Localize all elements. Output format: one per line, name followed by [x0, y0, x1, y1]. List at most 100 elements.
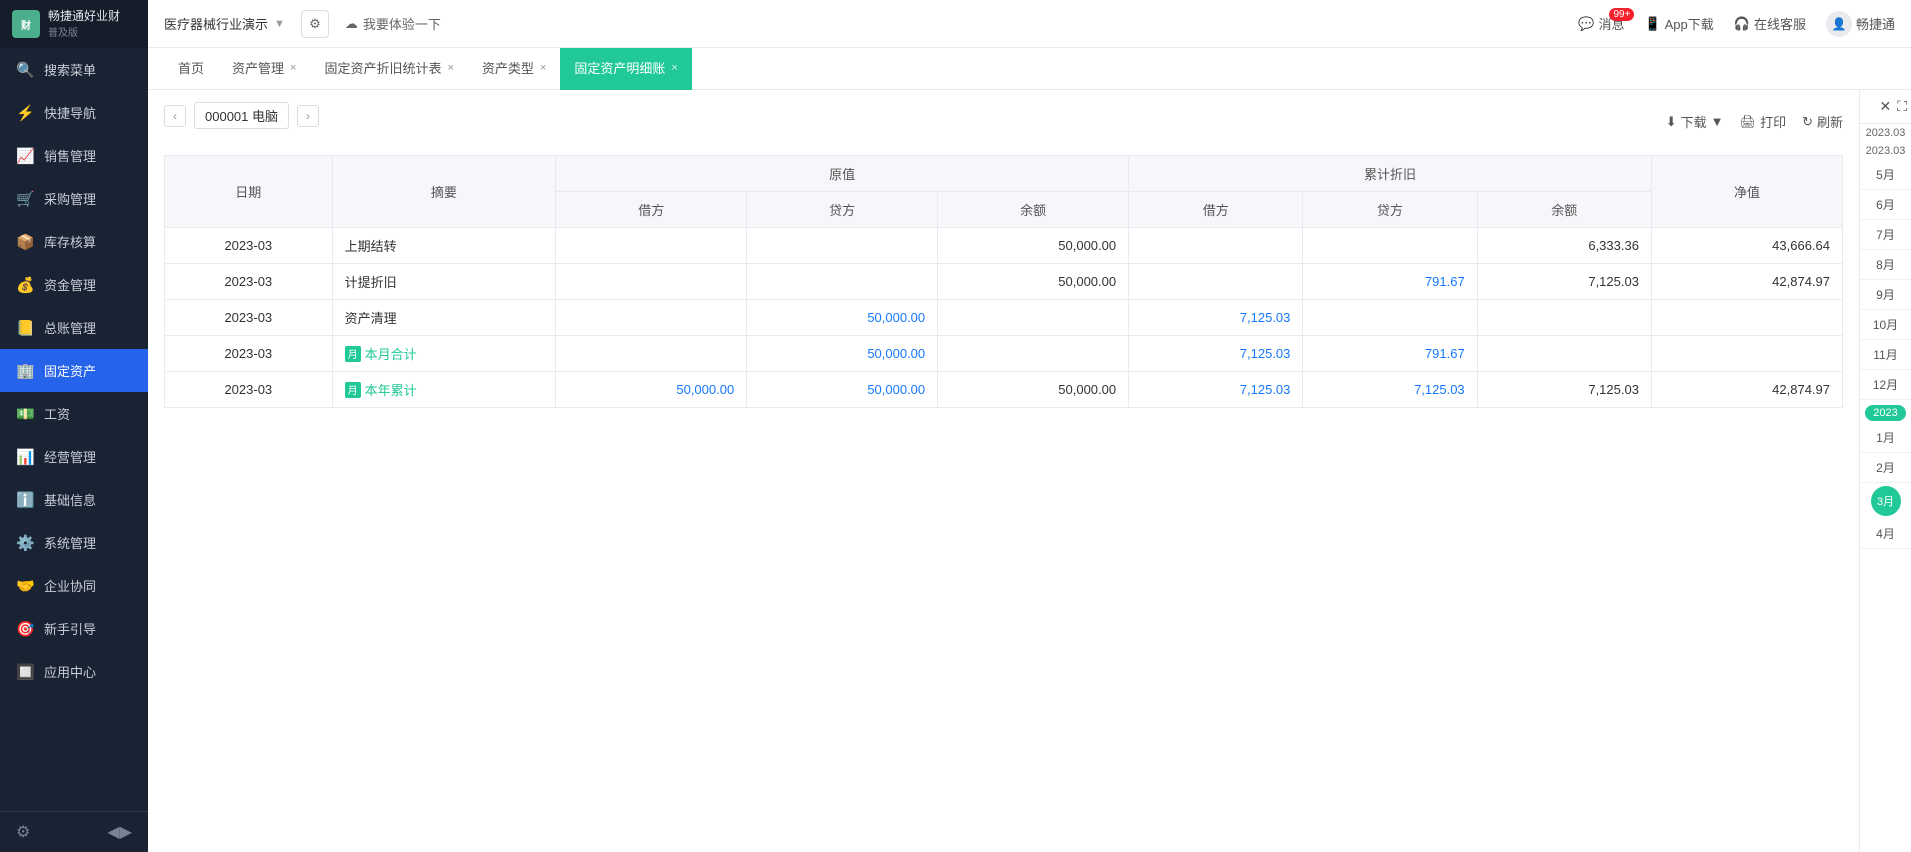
close-icon[interactable]: ×	[447, 62, 453, 74]
th-accumulated-depreciation: 累计折旧	[1129, 156, 1652, 192]
sales-icon: 📈	[16, 147, 34, 165]
panel-month-item[interactable]: 2月	[1860, 453, 1911, 483]
fixed-assets-icon: 🏢	[16, 362, 34, 380]
table-wrapper: 日期 摘要 原值 累计折旧 净值 借方 贷方 余额 借方 贷方 余额	[164, 155, 1843, 408]
sidebar-item-quick-nav[interactable]: ⚡ 快捷导航	[0, 91, 148, 134]
cell-net-value: 43,666.64	[1651, 228, 1842, 264]
app-download-button[interactable]: 📱 App下载	[1644, 14, 1713, 33]
notification-button[interactable]: 💬 消息 99+	[1578, 14, 1624, 33]
system-icon: ⚙️	[16, 534, 34, 552]
next-asset-button[interactable]: ›	[297, 105, 319, 127]
sidebar-item-system[interactable]: ⚙️ 系统管理	[0, 521, 148, 564]
top-right-actions: 💬 消息 99+ 📱 App下载 🎧 在线客服 👤 畅捷通	[1578, 11, 1895, 37]
company-dropdown-arrow: ▼	[274, 18, 285, 30]
avatar: 👤	[1826, 11, 1852, 37]
tab-asset-mgmt[interactable]: 资产管理 ×	[218, 48, 310, 90]
sidebar-item-sales[interactable]: 📈 销售管理	[0, 134, 148, 177]
panel-month-item[interactable]: 6月	[1860, 190, 1911, 220]
cell-orig-credit	[747, 264, 938, 300]
panel-month-item[interactable]: 4月	[1860, 519, 1911, 549]
panel-month-item[interactable]: 12月	[1860, 370, 1911, 400]
cell-orig-credit: 50,000.00	[747, 336, 938, 372]
tab-asset-type[interactable]: 资产类型 ×	[468, 48, 560, 90]
experience-button[interactable]: ☁ 我要体验一下	[345, 14, 441, 33]
close-icon[interactable]: ×	[671, 62, 677, 74]
sidebar-item-funds[interactable]: 💰 资金管理	[0, 263, 148, 306]
app-download-label: App下载	[1665, 14, 1714, 33]
sidebar-item-label: 资金管理	[44, 275, 96, 294]
sidebar-item-label: 采购管理	[44, 189, 96, 208]
prev-asset-button[interactable]: ‹	[164, 105, 186, 127]
sidebar-item-ledger[interactable]: 📒 总账管理	[0, 306, 148, 349]
tab-asset-detail[interactable]: 固定资产明细账 ×	[560, 48, 691, 90]
sidebar-item-basic-info[interactable]: ℹ️ 基础信息	[0, 478, 148, 521]
sidebar-nav: 🔍 搜索菜单 ⚡ 快捷导航 📈 销售管理 🛒 采购管理 📦 库存核算 💰 资金管…	[0, 48, 148, 811]
notification-badge: 99+	[1609, 8, 1634, 21]
sidebar-item-label: 搜索菜单	[44, 60, 96, 79]
table-row: 2023-03 资产清理 50,000.00 7,125.03	[165, 300, 1843, 336]
sidebar-item-fixed-assets[interactable]: 🏢 固定资产	[0, 349, 148, 392]
panel-month-item[interactable]: 5月	[1860, 160, 1911, 190]
panel-close-icon[interactable]: ✕	[1879, 98, 1891, 115]
cell-orig-credit: 50,000.00	[747, 372, 938, 408]
table-row: 2023-03 计提折旧 50,000.00 791.67 7,125.03 4…	[165, 264, 1843, 300]
company-selector[interactable]: 医疗器械行业演示 ▼	[164, 14, 285, 33]
close-icon[interactable]: ×	[540, 62, 546, 74]
tab-home[interactable]: 首页	[164, 48, 218, 90]
sidebar-item-salary[interactable]: 💵 工资	[0, 392, 148, 435]
panel-month-item[interactable]: 9月	[1860, 280, 1911, 310]
cell-orig-balance	[938, 300, 1129, 336]
sidebar-item-inventory[interactable]: 📦 库存核算	[0, 220, 148, 263]
cell-date: 2023-03	[165, 228, 333, 264]
right-panel-header: ✕ ⛶	[1860, 90, 1911, 124]
panel-expand-icon[interactable]: ⛶	[1897, 98, 1907, 115]
sidebar-item-purchase[interactable]: 🛒 采购管理	[0, 177, 148, 220]
settings-bottom-icon[interactable]: ⚙	[16, 822, 30, 842]
app-center-icon: 🔲	[16, 663, 34, 681]
cell-dep-debit: 7,125.03	[1129, 372, 1303, 408]
sidebar-item-label: 新手引导	[44, 619, 96, 638]
panel-month-item[interactable]: 3月	[1871, 486, 1901, 516]
sidebar-item-operations[interactable]: 📊 经营管理	[0, 435, 148, 478]
th-orig-credit: 贷方	[747, 192, 938, 228]
panel-month-item[interactable]: 11月	[1860, 340, 1911, 370]
th-orig-debit: 借方	[556, 192, 747, 228]
panel-month-item[interactable]: 8月	[1860, 250, 1911, 280]
asset-nav: ‹ 000001 电脑 ›	[164, 102, 319, 129]
panel-month-item[interactable]: 10月	[1860, 310, 1911, 340]
panel-month-item[interactable]: 7月	[1860, 220, 1911, 250]
th-orig-balance: 余额	[938, 192, 1129, 228]
notification-icon: 💬	[1578, 16, 1594, 32]
cell-orig-debit	[556, 264, 747, 300]
sidebar-item-app-center[interactable]: 🔲 应用中心	[0, 650, 148, 693]
refresh-button[interactable]: ↻ 刷新	[1802, 112, 1843, 131]
download-button[interactable]: ⬇ 下载 ▼	[1666, 112, 1724, 131]
next-arrow-icon: ›	[306, 109, 310, 123]
print-label: 打印	[1760, 112, 1786, 131]
sidebar-item-search[interactable]: 🔍 搜索菜单	[0, 48, 148, 91]
sidebar-item-label: 总账管理	[44, 318, 96, 337]
tab-asset-mgmt-label: 资产管理	[232, 58, 284, 77]
toolbar-right: ⬇ 下载 ▼ 🖨 打印 ↻ 刷新	[1666, 112, 1843, 131]
cooperation-icon: 🤝	[16, 577, 34, 595]
sidebar-item-cooperation[interactable]: 🤝 企业协同	[0, 564, 148, 607]
sidebar-logo: 财 畅捷通好业财 普及版	[0, 0, 148, 48]
sidebar-bottom: ⚙ ◀▶	[0, 811, 148, 852]
user-menu[interactable]: 👤 畅捷通	[1826, 11, 1895, 37]
inventory-icon: 📦	[16, 233, 34, 251]
cell-orig-balance: 50,000.00	[938, 372, 1129, 408]
tab-depreciation-stats-label: 固定资产折旧统计表	[324, 58, 441, 77]
phone-icon: 📱	[1644, 16, 1660, 32]
sidebar-item-guide[interactable]: 🎯 新手引导	[0, 607, 148, 650]
online-service-button[interactable]: 🎧 在线客服	[1734, 14, 1806, 33]
tab-depreciation-stats[interactable]: 固定资产折旧统计表 ×	[310, 48, 467, 90]
collapse-icon[interactable]: ◀▶	[107, 822, 132, 842]
close-icon[interactable]: ×	[290, 62, 296, 74]
cell-net-value: 42,874.97	[1651, 264, 1842, 300]
year-badge: 2023	[1865, 405, 1905, 421]
cell-summary: 月本年累计	[332, 372, 556, 408]
panel-date-2: 2023.03	[1860, 142, 1911, 160]
panel-month-item[interactable]: 1月	[1860, 423, 1911, 453]
print-button[interactable]: 🖨 打印	[1740, 112, 1787, 131]
header-settings-button[interactable]: ⚙	[301, 10, 329, 38]
